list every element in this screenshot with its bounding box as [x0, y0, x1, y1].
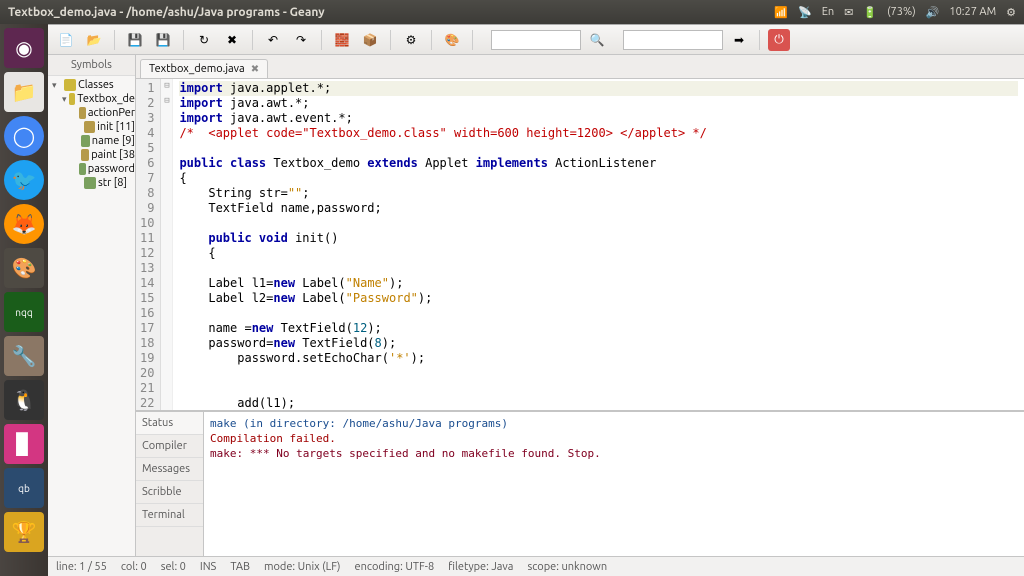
editor-tabs: Textbox_demo.java ✖	[136, 55, 1024, 79]
status-sel: sel: 0	[161, 561, 186, 573]
bottom-tab-terminal[interactable]: Terminal	[136, 504, 203, 527]
tree-symbol[interactable]: paint [38	[52, 148, 135, 162]
unity-launcher: ◉ 📁 ◯ 🐦 🦊 🎨 nqq 🔧 🐧 ▊ qb 🏆	[0, 24, 48, 576]
tree-symbol[interactable]: name [9]	[52, 134, 135, 148]
separator	[431, 30, 432, 50]
separator	[252, 30, 253, 50]
toolbar: 📄 📂 💾 💾 ↻ ✖ ↶ ↷ 🧱 📦 ⚙ 🎨 🔍 ➡ ⏻	[48, 25, 1024, 55]
open-file-icon[interactable]: 📂	[82, 28, 106, 52]
status-line: line: 1 / 55	[56, 561, 107, 573]
chromium-icon[interactable]: ◯	[4, 116, 44, 156]
separator	[321, 30, 322, 50]
dash-icon[interactable]: ◉	[4, 28, 44, 68]
status-tab: TAB	[230, 561, 250, 573]
symbols-sidebar: Symbols ▾Classes ▾Textbox_de actionPerin…	[48, 55, 136, 556]
compiler-message: Compilation failed.	[210, 431, 1018, 446]
status-mode: mode: Unix (LF)	[264, 561, 341, 573]
new-file-icon[interactable]: 📄	[54, 28, 78, 52]
tree-symbol[interactable]: str [8]	[52, 176, 135, 190]
color-icon[interactable]: 🎨	[440, 28, 464, 52]
firefox-icon[interactable]: 🦊	[4, 204, 44, 244]
trophy-icon[interactable]: 🏆	[4, 512, 44, 552]
gimp-icon[interactable]: 🎨	[4, 248, 44, 288]
redo-icon[interactable]: ↷	[289, 28, 313, 52]
status-col: col: 0	[121, 561, 147, 573]
save-icon[interactable]: 💾	[123, 28, 147, 52]
wifi-icon[interactable]: 📡	[798, 6, 812, 19]
battery-percent: (73%)	[887, 6, 916, 18]
save-all-icon[interactable]: 💾	[151, 28, 175, 52]
compiler-output[interactable]: make (in directory: /home/ashu/Java prog…	[204, 412, 1024, 556]
tree-symbol[interactable]: actionPer	[52, 106, 135, 120]
tab-close-icon[interactable]: ✖	[251, 63, 259, 75]
separator	[390, 30, 391, 50]
run-icon[interactable]: ⚙	[399, 28, 423, 52]
sidebar-title[interactable]: Symbols	[48, 55, 135, 76]
status-filetype: filetype: Java	[448, 561, 513, 573]
status-enc: encoding: UTF-8	[355, 561, 435, 573]
code-editor[interactable]: 1234567891011121314151617181920212223242…	[136, 79, 1024, 411]
close-icon[interactable]: ✖	[220, 28, 244, 52]
twitter-icon[interactable]: 🐦	[4, 160, 44, 200]
tree-symbol[interactable]: password	[52, 162, 135, 176]
volume-icon[interactable]: 🔊	[926, 6, 940, 19]
tree-classes[interactable]: ▾Classes	[52, 78, 135, 92]
battery-icon[interactable]: 🔋	[863, 6, 877, 19]
qbittorrent-icon[interactable]: qb	[4, 468, 44, 508]
compiler-message: make: *** No targets specified and no ma…	[210, 446, 1018, 461]
tree-file[interactable]: ▾Textbox_de	[52, 92, 135, 106]
quit-icon[interactable]: ⏻	[768, 29, 790, 51]
statusbar: line: 1 / 55 col: 0 sel: 0 INS TAB mode:…	[48, 556, 1024, 576]
editor-area: Textbox_demo.java ✖ 12345678910111213141…	[136, 55, 1024, 556]
build-icon[interactable]: 📦	[358, 28, 382, 52]
bottom-tab-messages[interactable]: Messages	[136, 458, 203, 481]
bottom-tabs: StatusCompilerMessagesScribbleTerminal	[136, 412, 204, 556]
window-title: Textbox_demo.java - /home/ashu/Java prog…	[8, 6, 325, 19]
separator	[472, 30, 473, 50]
files-icon[interactable]: 📁	[4, 72, 44, 112]
separator	[183, 30, 184, 50]
bottom-panel: StatusCompilerMessagesScribbleTerminal m…	[136, 411, 1024, 556]
terminal-icon[interactable]: 🐧	[4, 380, 44, 420]
gear-icon[interactable]: ⚙	[1006, 6, 1016, 19]
bottom-tab-compiler[interactable]: Compiler	[136, 435, 203, 458]
tab-label: Textbox_demo.java	[149, 63, 245, 75]
separator	[759, 30, 760, 50]
search-icon[interactable]: 🔍	[585, 28, 609, 52]
bottom-tab-status[interactable]: Status	[136, 412, 203, 435]
tools-icon[interactable]: 🔧	[4, 336, 44, 376]
compile-icon[interactable]: 🧱	[330, 28, 354, 52]
symbol-tree: ▾Classes ▾Textbox_de actionPerinit [11]n…	[48, 76, 135, 192]
status-ins: INS	[200, 561, 216, 573]
status-scope: scope: unknown	[527, 561, 607, 573]
mail-icon[interactable]: ✉	[844, 6, 853, 19]
recorder-icon[interactable]: ▊	[4, 424, 44, 464]
goto-input[interactable]	[623, 30, 723, 50]
separator	[114, 30, 115, 50]
tree-symbol[interactable]: init [11]	[52, 120, 135, 134]
network-icon[interactable]: 📶	[774, 6, 788, 19]
language-indicator[interactable]: En	[822, 6, 834, 18]
compiler-message: make (in directory: /home/ashu/Java prog…	[210, 416, 1018, 431]
tab-file[interactable]: Textbox_demo.java ✖	[140, 59, 268, 78]
search-input[interactable]	[491, 30, 581, 50]
undo-icon[interactable]: ↶	[261, 28, 285, 52]
reload-icon[interactable]: ↻	[192, 28, 216, 52]
goto-icon[interactable]: ➡	[727, 28, 751, 52]
bottom-tab-scribble[interactable]: Scribble	[136, 481, 203, 504]
nqq-icon[interactable]: nqq	[4, 292, 44, 332]
system-menubar: Textbox_demo.java - /home/ashu/Java prog…	[0, 0, 1024, 24]
geany-window: 📄 📂 💾 💾 ↻ ✖ ↶ ↷ 🧱 📦 ⚙ 🎨 🔍 ➡ ⏻ Symbols ▾C…	[48, 24, 1024, 576]
clock[interactable]: 10:27 AM	[949, 6, 996, 18]
